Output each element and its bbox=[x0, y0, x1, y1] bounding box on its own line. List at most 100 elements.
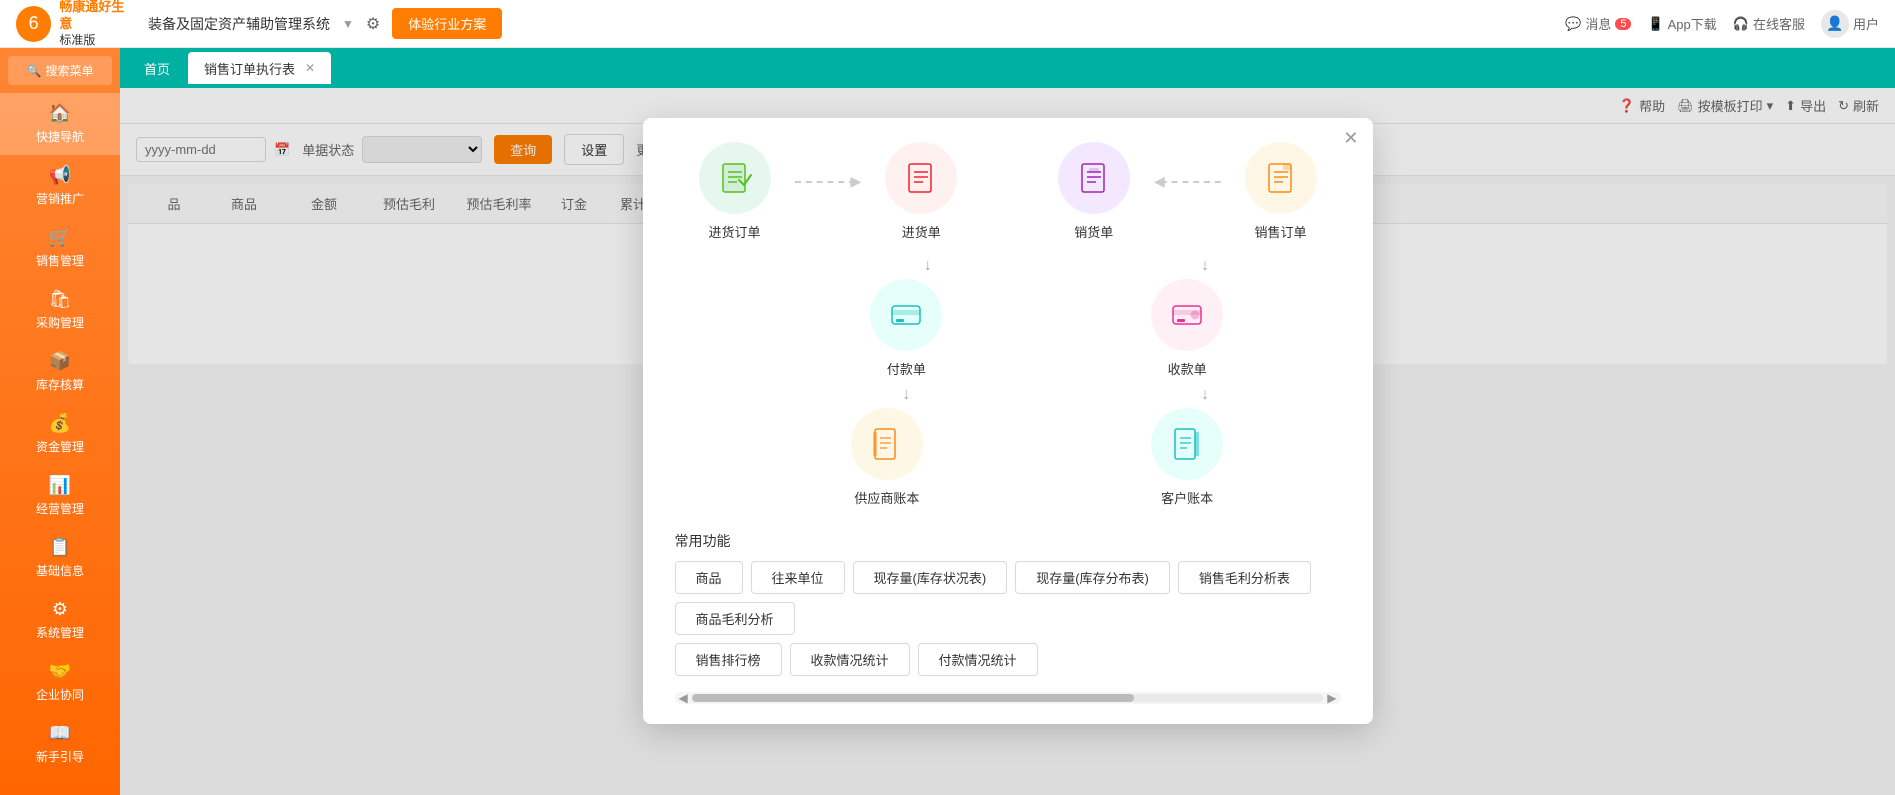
sidebar-item-finance[interactable]: 💰 资金管理 bbox=[0, 403, 120, 465]
experience-button[interactable]: 体验行业方案 bbox=[392, 8, 502, 39]
purchase-icon: 🛍 bbox=[49, 289, 72, 310]
modal-scrollbar[interactable]: ◀ ▶ bbox=[675, 692, 1341, 704]
sidebar-item-quick-nav[interactable]: 🏠 快捷导航 bbox=[0, 93, 120, 155]
common-btn-sales-rank[interactable]: 销售排行榜 bbox=[675, 643, 782, 676]
flow-node-purchase-bill[interactable]: 进货单 bbox=[861, 142, 981, 241]
receipt-label: 收款单 bbox=[1168, 359, 1207, 378]
flow-node-payment[interactable]: 付款单 bbox=[846, 279, 966, 378]
finance-icon: 💰 bbox=[49, 413, 71, 434]
purchase-order-icon bbox=[699, 142, 771, 214]
supplier-ledger-label: 供应商账本 bbox=[854, 488, 919, 507]
tab-close-icon[interactable]: ✕ bbox=[305, 61, 315, 75]
search-menu-button[interactable]: 🔍 搜索菜单 bbox=[8, 56, 112, 85]
arrow-down-receipt: ↓ bbox=[1201, 253, 1209, 279]
flow-diagram: 进货订单 ▶ bbox=[675, 142, 1341, 507]
flow-node-supplier-ledger[interactable]: 供应商账本 bbox=[827, 408, 947, 507]
service-icon: 🎧 bbox=[1733, 16, 1749, 32]
guide-icon: 📖 bbox=[49, 723, 71, 744]
sales-bill-icon bbox=[1058, 142, 1130, 214]
scroll-left-icon[interactable]: ◀ bbox=[675, 691, 692, 705]
page-content: ❓ 帮助 🖨 按模板打印 ▾ ⬆ 导出 ↻ 刷新 bbox=[120, 88, 1895, 795]
arrow-down-customer: ↓ bbox=[1201, 382, 1209, 408]
sidebar-item-inventory[interactable]: 📦 库存核算 bbox=[0, 341, 120, 403]
common-functions-title: 常用功能 bbox=[675, 531, 1341, 551]
common-btn-goods-margin[interactable]: 商品毛利分析 bbox=[675, 602, 795, 635]
top-bar-left: 6 畅康通好生意 标准版 装备及固定资产辅助管理系统 ▼ ⚙ 体验行业方案 bbox=[16, 0, 502, 48]
scrollbar-track bbox=[692, 694, 1324, 702]
marketing-icon: 📢 bbox=[49, 165, 71, 186]
sidebar: 🔍 搜索菜单 🏠 快捷导航 📢 营销推广 🛒 销售管理 🛍 采购管理 bbox=[0, 48, 120, 795]
logo-icon: 6 bbox=[16, 6, 51, 42]
basic-info-icon: 📋 bbox=[49, 537, 71, 558]
sales-bill-label: 销货单 bbox=[1074, 222, 1113, 241]
purchase-order-label: 进货订单 bbox=[708, 222, 760, 241]
common-btn-payment-stats[interactable]: 付款情况统计 bbox=[918, 643, 1038, 676]
top-bar-right: 💬 消息 5 📱 App下载 🎧 在线客服 👤 用户 bbox=[1565, 10, 1879, 38]
home-icon: 🏠 bbox=[49, 103, 71, 124]
sidebar-search-area: 🔍 搜索菜单 bbox=[0, 48, 120, 93]
modal-overlay[interactable]: ✕ bbox=[120, 88, 1895, 795]
common-btn-partners[interactable]: 往来单位 bbox=[751, 561, 845, 594]
message-button[interactable]: 💬 消息 5 bbox=[1565, 14, 1631, 33]
common-buttons-row2: 销售排行榜 收款情况统计 付款情况统计 bbox=[675, 643, 1341, 676]
purchase-bill-icon bbox=[885, 142, 957, 214]
sidebar-item-collab[interactable]: 🤝 企业协同 bbox=[0, 651, 120, 713]
tab-bar: 首页 销售订单执行表 ✕ bbox=[120, 48, 1895, 88]
sidebar-item-guide[interactable]: 📖 新手引导 bbox=[0, 713, 120, 775]
common-btn-stock-dist[interactable]: 现存量(库存分布表) bbox=[1015, 561, 1170, 594]
sidebar-item-marketing[interactable]: 📢 营销推广 bbox=[0, 155, 120, 217]
app-container: 6 畅康通好生意 标准版 装备及固定资产辅助管理系统 ▼ ⚙ 体验行业方案 💬 … bbox=[0, 0, 1895, 795]
search-icon: 🔍 bbox=[27, 64, 42, 78]
collab-icon: 🤝 bbox=[49, 661, 71, 682]
tab-home[interactable]: 首页 bbox=[128, 52, 186, 84]
flow-node-sales-bill[interactable]: 销货单 bbox=[1034, 142, 1154, 241]
sidebar-item-operations[interactable]: 📊 经营管理 bbox=[0, 465, 120, 527]
supplier-ledger-icon bbox=[851, 408, 923, 480]
message-icon: 💬 bbox=[1565, 16, 1581, 32]
common-functions-section: 常用功能 商品 往来单位 现存量(库存状况表) 现存量(库存分布表) 销售毛利分… bbox=[675, 531, 1341, 676]
sidebar-item-system[interactable]: ⚙ 系统管理 bbox=[0, 589, 120, 651]
flow-node-customer-ledger[interactable]: 客户账本 bbox=[1127, 408, 1247, 507]
flow-node-purchase-order[interactable]: 进货订单 bbox=[675, 142, 795, 241]
customer-ledger-icon bbox=[1151, 408, 1223, 480]
dropdown-arrow-icon[interactable]: ▼ bbox=[342, 17, 354, 31]
logo-area: 6 畅康通好生意 标准版 bbox=[16, 0, 136, 48]
customer-ledger-label: 客户账本 bbox=[1161, 488, 1213, 507]
sidebar-item-purchase[interactable]: 🛍 采购管理 bbox=[0, 279, 120, 341]
common-buttons-row1: 商品 往来单位 现存量(库存状况表) 现存量(库存分布表) 销售毛利分析表 商品… bbox=[675, 561, 1341, 635]
flow-col-sales: 销货单 ▶ bbox=[1034, 142, 1341, 507]
sales-order-label: 销售订单 bbox=[1254, 222, 1306, 241]
common-btn-stock-status[interactable]: 现存量(库存状况表) bbox=[853, 561, 1008, 594]
content-area: 首页 销售订单执行表 ✕ ❓ 帮助 🖨 按模板打印 bbox=[120, 48, 1895, 795]
sales-icon: 🛒 bbox=[49, 227, 71, 248]
payment-label: 付款单 bbox=[887, 359, 926, 378]
sidebar-item-sales[interactable]: 🛒 销售管理 bbox=[0, 217, 120, 279]
arrow-down-supplier: ↓ bbox=[902, 382, 910, 408]
message-badge: 5 bbox=[1615, 18, 1631, 30]
main-layout: 🔍 搜索菜单 🏠 快捷导航 📢 营销推广 🛒 销售管理 🛍 采购管理 bbox=[0, 48, 1895, 795]
quick-nav-modal: ✕ bbox=[643, 118, 1373, 724]
scroll-right-icon[interactable]: ▶ bbox=[1323, 691, 1340, 705]
online-service-button[interactable]: 🎧 在线客服 bbox=[1733, 14, 1805, 33]
receipt-icon bbox=[1151, 279, 1223, 351]
arrow-h-2: ▶ bbox=[1154, 173, 1221, 210]
flow-row-top-left: 进货订单 ▶ bbox=[675, 142, 982, 241]
scrollbar-thumb[interactable] bbox=[692, 694, 1134, 702]
download-icon: 📱 bbox=[1647, 16, 1663, 32]
flow-node-sales-order[interactable]: 销售订单 bbox=[1221, 142, 1341, 241]
payment-icon bbox=[870, 279, 942, 351]
tab-sales-order-exec[interactable]: 销售订单执行表 ✕ bbox=[188, 52, 331, 84]
user-menu-button[interactable]: 👤 用户 bbox=[1821, 10, 1879, 38]
settings-button[interactable]: ⚙ bbox=[366, 14, 380, 34]
arrow-down-payment: ↓ bbox=[924, 253, 932, 279]
sidebar-item-basic-info[interactable]: 📋 基础信息 bbox=[0, 527, 120, 589]
app-download-button[interactable]: 📱 App下载 bbox=[1647, 14, 1716, 33]
flow-node-receipt[interactable]: 收款单 bbox=[1127, 279, 1247, 378]
modal-close-button[interactable]: ✕ bbox=[1343, 128, 1358, 149]
arrow-h-1: ▶ bbox=[795, 173, 862, 210]
flow-row-top-right: 销货单 ▶ bbox=[1034, 142, 1341, 241]
purchase-bill-label: 进货单 bbox=[902, 222, 941, 241]
common-btn-goods[interactable]: 商品 bbox=[675, 561, 743, 594]
common-btn-receipt-stats[interactable]: 收款情况统计 bbox=[790, 643, 910, 676]
common-btn-sales-margin[interactable]: 销售毛利分析表 bbox=[1178, 561, 1311, 594]
